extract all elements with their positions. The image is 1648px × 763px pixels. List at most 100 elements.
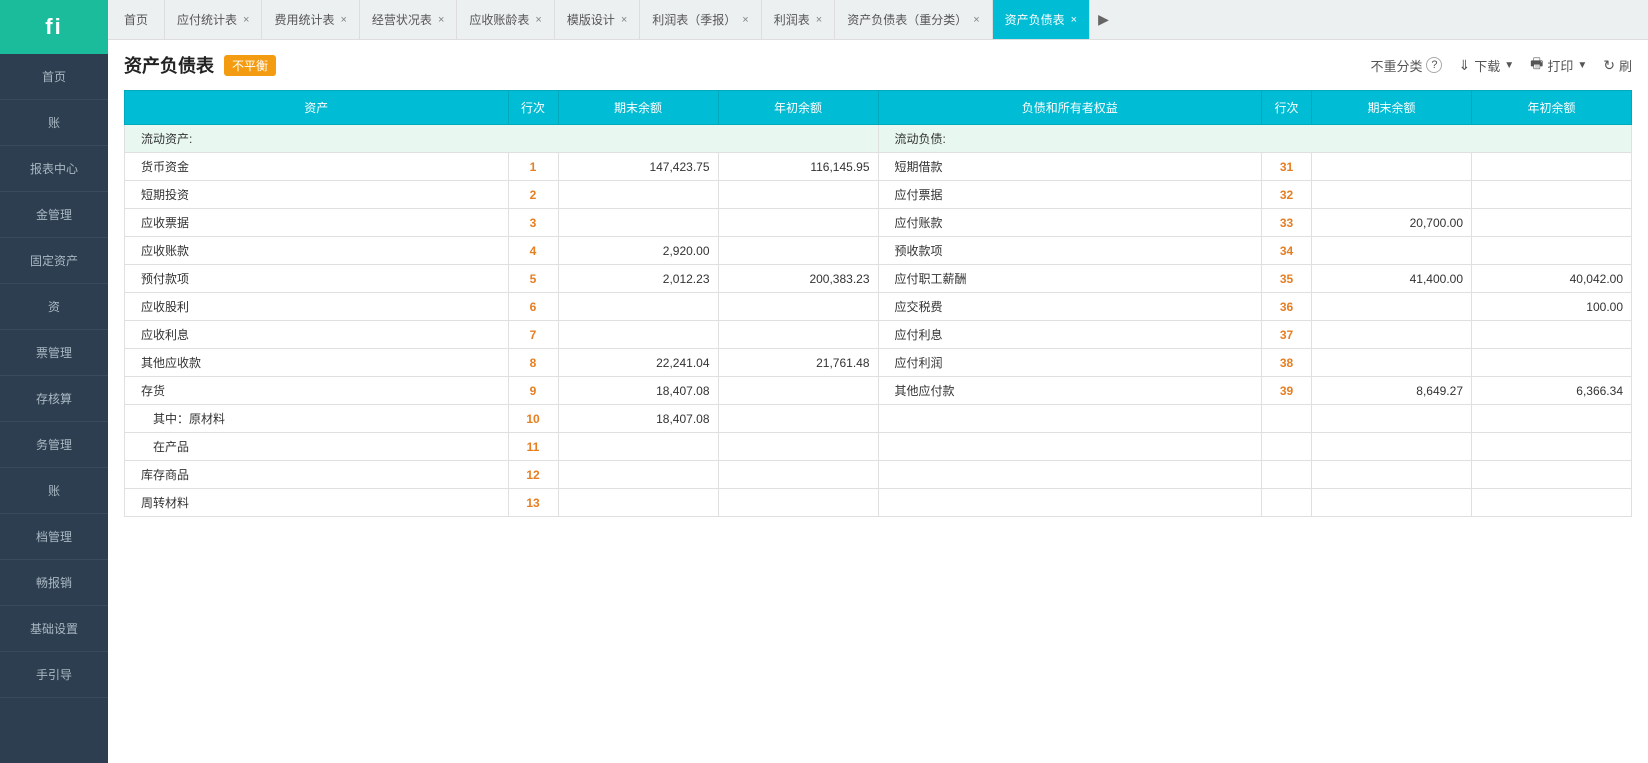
- left-item-name: 其他应收款: [125, 349, 509, 377]
- right-begin-amount: [1472, 433, 1632, 461]
- right-item-name: 应付利息: [878, 321, 1262, 349]
- close-icon[interactable]: ×: [973, 14, 979, 26]
- right-item-name: 其他应付款: [878, 377, 1262, 405]
- tab-bar: 首页 应付统计表 × 费用统计表 × 经营状况表 × 应收账龄表 × 模版设计 …: [108, 0, 1648, 40]
- left-row-num: 13: [508, 489, 558, 517]
- tab-profit-quarterly[interactable]: 利润表（季报） ×: [640, 0, 761, 39]
- sidebar-item-archives[interactable]: 档管理: [0, 514, 108, 560]
- right-row-num: [1262, 461, 1312, 489]
- tab-business-status[interactable]: 经营状况表 ×: [360, 0, 457, 39]
- col-header-end-right: 期末余额: [1312, 91, 1472, 125]
- col-header-begin-right: 年初余额: [1472, 91, 1632, 125]
- left-begin-amount: 116,145.95: [718, 153, 878, 181]
- right-row-num: 33: [1262, 209, 1312, 237]
- left-end-amount: [558, 181, 718, 209]
- tab-balance[interactable]: 资产负债表 ×: [993, 0, 1090, 39]
- left-item-name: 其中：原材料: [125, 405, 509, 433]
- download-button[interactable]: ⇓ 下载 ▼: [1458, 56, 1514, 75]
- table-row: 在产品 11: [125, 433, 1632, 461]
- tab-expense-stats[interactable]: 费用统计表 ×: [262, 0, 359, 39]
- left-row-num: 7: [508, 321, 558, 349]
- right-row-num: 32: [1262, 181, 1312, 209]
- left-row-num: 5: [508, 265, 558, 293]
- close-icon[interactable]: ×: [1071, 14, 1077, 26]
- tab-payable-stats[interactable]: 应付统计表 ×: [165, 0, 262, 39]
- col-header-end-left: 期末余额: [558, 91, 718, 125]
- sidebar-item-ledger[interactable]: 账: [0, 468, 108, 514]
- close-icon[interactable]: ×: [742, 14, 748, 26]
- right-begin-amount: 6,366.34: [1472, 377, 1632, 405]
- right-end-amount: [1312, 237, 1472, 265]
- sidebar-item-tickets[interactable]: 票管理: [0, 330, 108, 376]
- close-icon[interactable]: ×: [816, 14, 822, 26]
- sidebar-item-settings[interactable]: 基础设置: [0, 606, 108, 652]
- sidebar-item-reports[interactable]: 报表中心: [0, 146, 108, 192]
- refresh-button[interactable]: ↻ 刷: [1603, 56, 1632, 75]
- right-begin-amount: [1472, 237, 1632, 265]
- tab-home[interactable]: 首页: [108, 0, 165, 39]
- tab-balance-reclassified[interactable]: 资产负债表（重分类） ×: [835, 0, 992, 39]
- print-icon: 🖶: [1530, 53, 1543, 77]
- left-row-num: 3: [508, 209, 558, 237]
- close-icon[interactable]: ×: [621, 14, 627, 26]
- table-row: 其中：原材料 10 18,407.08: [125, 405, 1632, 433]
- tab-template-design[interactable]: 模版设计 ×: [555, 0, 640, 39]
- left-item-name: 应收股利: [125, 293, 509, 321]
- sidebar-item-expense[interactable]: 畅报销: [0, 560, 108, 606]
- table-row: 应收票据 3 应付账款 33 20,700.00: [125, 209, 1632, 237]
- right-begin-amount: 40,042.00: [1472, 265, 1632, 293]
- left-item-name: 应收票据: [125, 209, 509, 237]
- help-icon[interactable]: ?: [1426, 57, 1442, 73]
- page-title-area: 资产负债表 不平衡: [124, 52, 276, 78]
- left-item-name: 应收账款: [125, 237, 509, 265]
- right-row-num: 38: [1262, 349, 1312, 377]
- sidebar-item-home[interactable]: 首页: [0, 54, 108, 100]
- left-row-num: 8: [508, 349, 558, 377]
- tab-scroll-right-icon[interactable]: ▶: [1090, 11, 1117, 28]
- right-item-name: [878, 461, 1262, 489]
- sidebar-logo: fi: [0, 0, 108, 54]
- left-end-amount: 18,407.08: [558, 405, 718, 433]
- left-end-amount: [558, 293, 718, 321]
- right-end-amount: 41,400.00: [1312, 265, 1472, 293]
- print-chevron-icon: ▼: [1577, 60, 1587, 71]
- close-icon[interactable]: ×: [340, 14, 346, 26]
- download-icon: ⇓: [1458, 57, 1470, 74]
- sidebar-item-affairs[interactable]: 务管理: [0, 422, 108, 468]
- tab-receivable-aging[interactable]: 应收账龄表 ×: [457, 0, 554, 39]
- sidebar-item-cashmanage[interactable]: 金管理: [0, 192, 108, 238]
- content-area: 资产负债表 不平衡 不重分类 ? ⇓ 下载 ▼ 🖶 打印 ▼: [108, 40, 1648, 763]
- right-end-amount: [1312, 405, 1472, 433]
- left-item-name: 应收利息: [125, 321, 509, 349]
- print-button[interactable]: 🖶 打印 ▼: [1530, 53, 1587, 77]
- left-end-amount: [558, 489, 718, 517]
- table-row: 应收利息 7 应付利息 37: [125, 321, 1632, 349]
- left-begin-amount: [718, 489, 878, 517]
- right-end-amount: [1312, 321, 1472, 349]
- close-icon[interactable]: ×: [535, 14, 541, 26]
- close-icon[interactable]: ×: [438, 14, 444, 26]
- left-end-amount: [558, 433, 718, 461]
- classify-toggle[interactable]: 不重分类 ?: [1370, 56, 1442, 75]
- sidebar-item-fixedassets[interactable]: 固定资产: [0, 238, 108, 284]
- table-row: 库存商品 12: [125, 461, 1632, 489]
- right-end-amount: [1312, 293, 1472, 321]
- left-begin-amount: [718, 181, 878, 209]
- col-header-row-left: 行次: [508, 91, 558, 125]
- sidebar-item-capital[interactable]: 资: [0, 284, 108, 330]
- right-begin-amount: [1472, 209, 1632, 237]
- section-right-label: 流动负债:: [878, 125, 1632, 153]
- right-begin-amount: [1472, 489, 1632, 517]
- tab-profit[interactable]: 利润表 ×: [762, 0, 835, 39]
- right-end-amount: [1312, 433, 1472, 461]
- sidebar-item-account[interactable]: 账: [0, 100, 108, 146]
- sidebar-item-guide[interactable]: 手引导: [0, 652, 108, 698]
- right-begin-amount: [1472, 321, 1632, 349]
- page-header: 资产负债表 不平衡 不重分类 ? ⇓ 下载 ▼ 🖶 打印 ▼: [124, 52, 1632, 78]
- right-row-num: 31: [1262, 153, 1312, 181]
- right-end-amount: [1312, 181, 1472, 209]
- close-icon[interactable]: ×: [243, 14, 249, 26]
- sidebar-item-inventory[interactable]: 存核算: [0, 376, 108, 422]
- col-header-row-right: 行次: [1262, 91, 1312, 125]
- download-chevron-icon: ▼: [1504, 60, 1514, 71]
